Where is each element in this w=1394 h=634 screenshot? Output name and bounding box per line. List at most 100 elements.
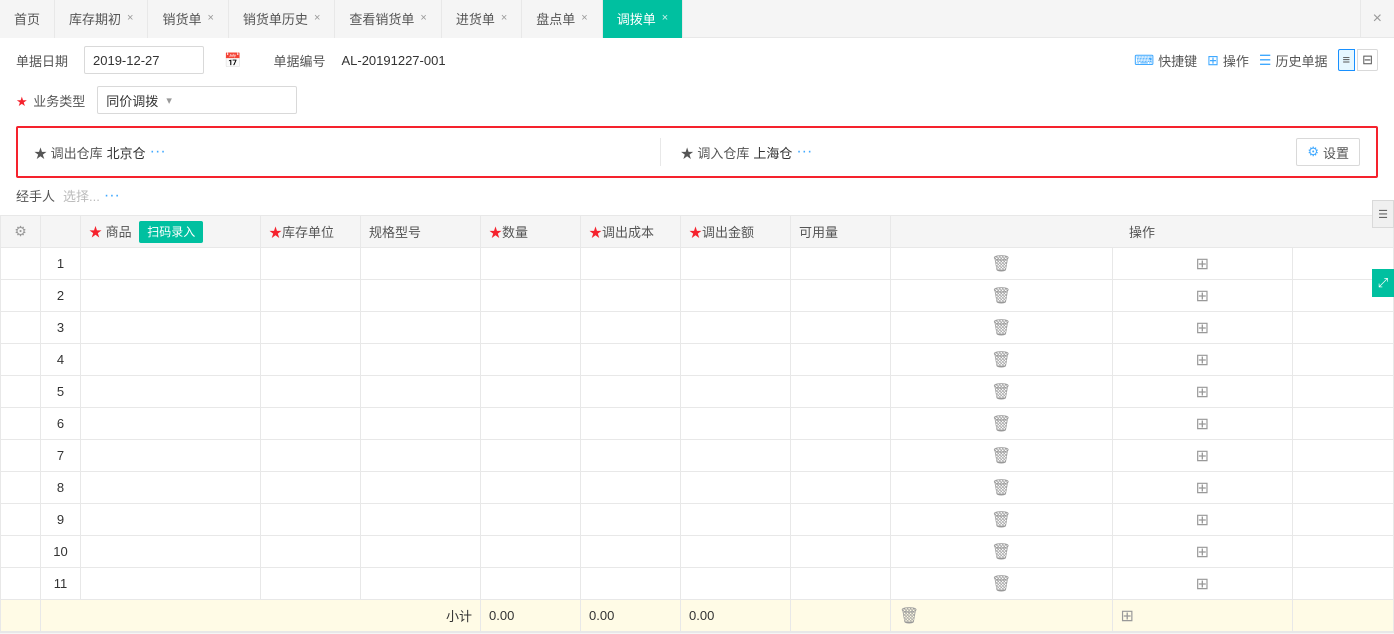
history-button[interactable]: ☰ 历史单据 bbox=[1259, 51, 1328, 70]
subtotal-qty: 0.00 bbox=[481, 600, 581, 632]
view-toggle: ≡ ⊟ bbox=[1338, 49, 1379, 71]
subtotal-label: 小计 bbox=[41, 600, 481, 632]
delete-row-icon[interactable]: 🗑 bbox=[991, 286, 1011, 306]
col-header-amount: ★调出金额 bbox=[681, 216, 791, 248]
tab-purchase-order[interactable]: 进货单 × bbox=[442, 0, 522, 38]
shortcuts-button[interactable]: ⌨ 快捷键 bbox=[1134, 51, 1197, 70]
copy-row-icon[interactable]: ⊞ bbox=[1196, 414, 1209, 434]
tab-view-sales[interactable]: 查看销货单 × bbox=[335, 0, 441, 38]
number-value: AL-20191227-001 bbox=[341, 53, 445, 68]
table-row: 10 🗑 ⊞ bbox=[1, 536, 1394, 568]
table-row: 8 🗑 ⊞ bbox=[1, 472, 1394, 504]
operations-icon: ⊞ bbox=[1207, 52, 1219, 69]
copy-row-icon[interactable]: ⊞ bbox=[1196, 510, 1209, 530]
col-header-settings[interactable]: ⚙ bbox=[1, 216, 41, 248]
settings-icon: ⚙ bbox=[1307, 144, 1319, 160]
table-row: 1 🗑 ⊞ bbox=[1, 248, 1394, 280]
tab-stocktake[interactable]: 盘点单 × bbox=[522, 0, 602, 38]
copy-row-icon[interactable]: ⊞ bbox=[1196, 350, 1209, 370]
in-warehouse-more-btn[interactable]: ··· bbox=[796, 143, 812, 161]
copy-row-icon[interactable]: ⊞ bbox=[1196, 318, 1209, 338]
out-warehouse-section: ★ 调出仓库 北京仓 ··· bbox=[34, 143, 640, 162]
header-right: ⌨ 快捷键 ⊞ 操作 ☰ 历史单据 ≡ ⊟ bbox=[1134, 49, 1378, 71]
delete-row-icon[interactable]: 🗑 bbox=[991, 446, 1011, 466]
handler-more-btn[interactable]: ··· bbox=[104, 187, 120, 205]
delete-row-icon[interactable]: 🗑 bbox=[991, 510, 1011, 530]
copy-row-icon[interactable]: ⊞ bbox=[1196, 574, 1209, 594]
delete-row-icon[interactable]: 🗑 bbox=[991, 574, 1011, 594]
grid-view-btn[interactable]: ⊟ bbox=[1357, 49, 1378, 71]
copy-row-icon[interactable]: ⊞ bbox=[1196, 286, 1209, 306]
close-view-sales-tab[interactable]: × bbox=[420, 13, 426, 24]
table-row: 2 🗑 ⊞ bbox=[1, 280, 1394, 312]
business-type-label: ★ 业务类型 bbox=[16, 91, 85, 110]
col-header-goods: ★ 商品 扫码录入 bbox=[81, 216, 261, 248]
close-inventory-init-tab[interactable]: × bbox=[127, 13, 133, 24]
date-input[interactable] bbox=[84, 46, 204, 74]
close-transfer-tab[interactable]: × bbox=[662, 13, 668, 24]
operations-button[interactable]: ⊞ 操作 bbox=[1207, 51, 1249, 70]
header-bar: 单据日期 📅 单据编号 AL-20191227-001 ⌨ 快捷键 ⊞ 操作 ☰… bbox=[0, 38, 1394, 82]
delete-row-icon[interactable]: 🗑 bbox=[991, 254, 1011, 274]
delete-row-icon[interactable]: 🗑 bbox=[991, 478, 1011, 498]
handler-select[interactable]: 选择... bbox=[63, 186, 100, 205]
table-row: 3 🗑 ⊞ bbox=[1, 312, 1394, 344]
handler-label: 经手人 bbox=[16, 186, 55, 205]
warehouse-section: ★ 调出仓库 北京仓 ··· ★ 调入仓库 上海仓 ··· ⚙ 设置 bbox=[16, 126, 1378, 178]
table-row: 6 🗑 ⊞ bbox=[1, 408, 1394, 440]
business-type-select[interactable]: 同价调拨 ▾ bbox=[97, 86, 297, 114]
close-window-button[interactable]: × bbox=[1360, 0, 1394, 38]
tab-home[interactable]: 首页 bbox=[0, 0, 55, 38]
col-header-spec: 规格型号 bbox=[361, 216, 481, 248]
copy-row-icon[interactable]: ⊞ bbox=[1196, 478, 1209, 498]
tab-sales-history[interactable]: 销货单历史 × bbox=[229, 0, 335, 38]
delete-row-icon[interactable]: 🗑 bbox=[991, 350, 1011, 370]
data-table: ⚙ ★ 商品 扫码录入 ★库存单位 规格型号 ★数量 bbox=[0, 215, 1394, 632]
table-header-row: ⚙ ★ 商品 扫码录入 ★库存单位 规格型号 ★数量 bbox=[1, 216, 1394, 248]
copy-subtotal-icon[interactable]: ⊞ bbox=[1121, 608, 1134, 625]
data-table-wrap: ⚙ ★ 商品 扫码录入 ★库存单位 规格型号 ★数量 bbox=[0, 215, 1394, 634]
delete-row-icon[interactable]: 🗑 bbox=[991, 542, 1011, 562]
right-panel-expand-btn[interactable]: ⤢ bbox=[1372, 269, 1394, 297]
col-header-cost: ★调出成本 bbox=[581, 216, 681, 248]
table-row: 9 🗑 ⊞ bbox=[1, 504, 1394, 536]
delete-row-icon[interactable]: 🗑 bbox=[991, 414, 1011, 434]
col-header-qty: ★数量 bbox=[481, 216, 581, 248]
main-content: 单据日期 📅 单据编号 AL-20191227-001 ⌨ 快捷键 ⊞ 操作 ☰… bbox=[0, 38, 1394, 634]
tab-inventory-init[interactable]: 库存期初 × bbox=[55, 0, 148, 38]
right-panel-list-btn[interactable]: ☰ bbox=[1372, 200, 1394, 228]
history-icon: ☰ bbox=[1259, 52, 1272, 69]
scan-entry-button[interactable]: 扫码录入 bbox=[139, 221, 203, 243]
list-view-btn[interactable]: ≡ bbox=[1338, 49, 1356, 71]
number-label: 单据编号 bbox=[273, 51, 325, 70]
delete-subtotal-icon[interactable]: 🗑 bbox=[899, 608, 919, 625]
close-stocktake-tab[interactable]: × bbox=[581, 13, 587, 24]
close-sales-history-tab[interactable]: × bbox=[314, 13, 320, 24]
col-header-no bbox=[41, 216, 81, 248]
keyboard-icon: ⌨ bbox=[1134, 52, 1154, 69]
close-sales-order-tab[interactable]: × bbox=[207, 13, 213, 24]
column-settings-icon[interactable]: ⚙ bbox=[14, 223, 27, 239]
warehouse-divider bbox=[660, 138, 661, 166]
out-warehouse-value: 北京仓 bbox=[107, 143, 146, 162]
close-purchase-tab[interactable]: × bbox=[501, 13, 507, 24]
copy-row-icon[interactable]: ⊞ bbox=[1196, 446, 1209, 466]
tab-bar: 首页 库存期初 × 销货单 × 销货单历史 × 查看销货单 × 进货单 × 盘点… bbox=[0, 0, 1394, 38]
copy-row-icon[interactable]: ⊞ bbox=[1196, 382, 1209, 402]
col-header-unit: ★库存单位 bbox=[261, 216, 361, 248]
table-row: 5 🗑 ⊞ bbox=[1, 376, 1394, 408]
out-warehouse-more-btn[interactable]: ··· bbox=[150, 143, 166, 161]
calendar-icon[interactable]: 📅 bbox=[224, 52, 241, 69]
tab-transfer[interactable]: 调拨单 × bbox=[603, 0, 683, 38]
copy-row-icon[interactable]: ⊞ bbox=[1196, 254, 1209, 274]
delete-row-icon[interactable]: 🗑 bbox=[991, 382, 1011, 402]
tab-sales-order[interactable]: 销货单 × bbox=[148, 0, 228, 38]
warehouse-settings-btn[interactable]: ⚙ 设置 bbox=[1296, 138, 1360, 166]
header-left: 单据日期 📅 单据编号 AL-20191227-001 bbox=[16, 46, 446, 74]
delete-row-icon[interactable]: 🗑 bbox=[991, 318, 1011, 338]
subtotal-cost: 0.00 bbox=[581, 600, 681, 632]
date-label: 单据日期 bbox=[16, 51, 68, 70]
in-warehouse-section: ★ 调入仓库 上海仓 ··· bbox=[681, 143, 1287, 162]
copy-row-icon[interactable]: ⊞ bbox=[1196, 542, 1209, 562]
col-header-ops: 操作 bbox=[891, 216, 1394, 248]
